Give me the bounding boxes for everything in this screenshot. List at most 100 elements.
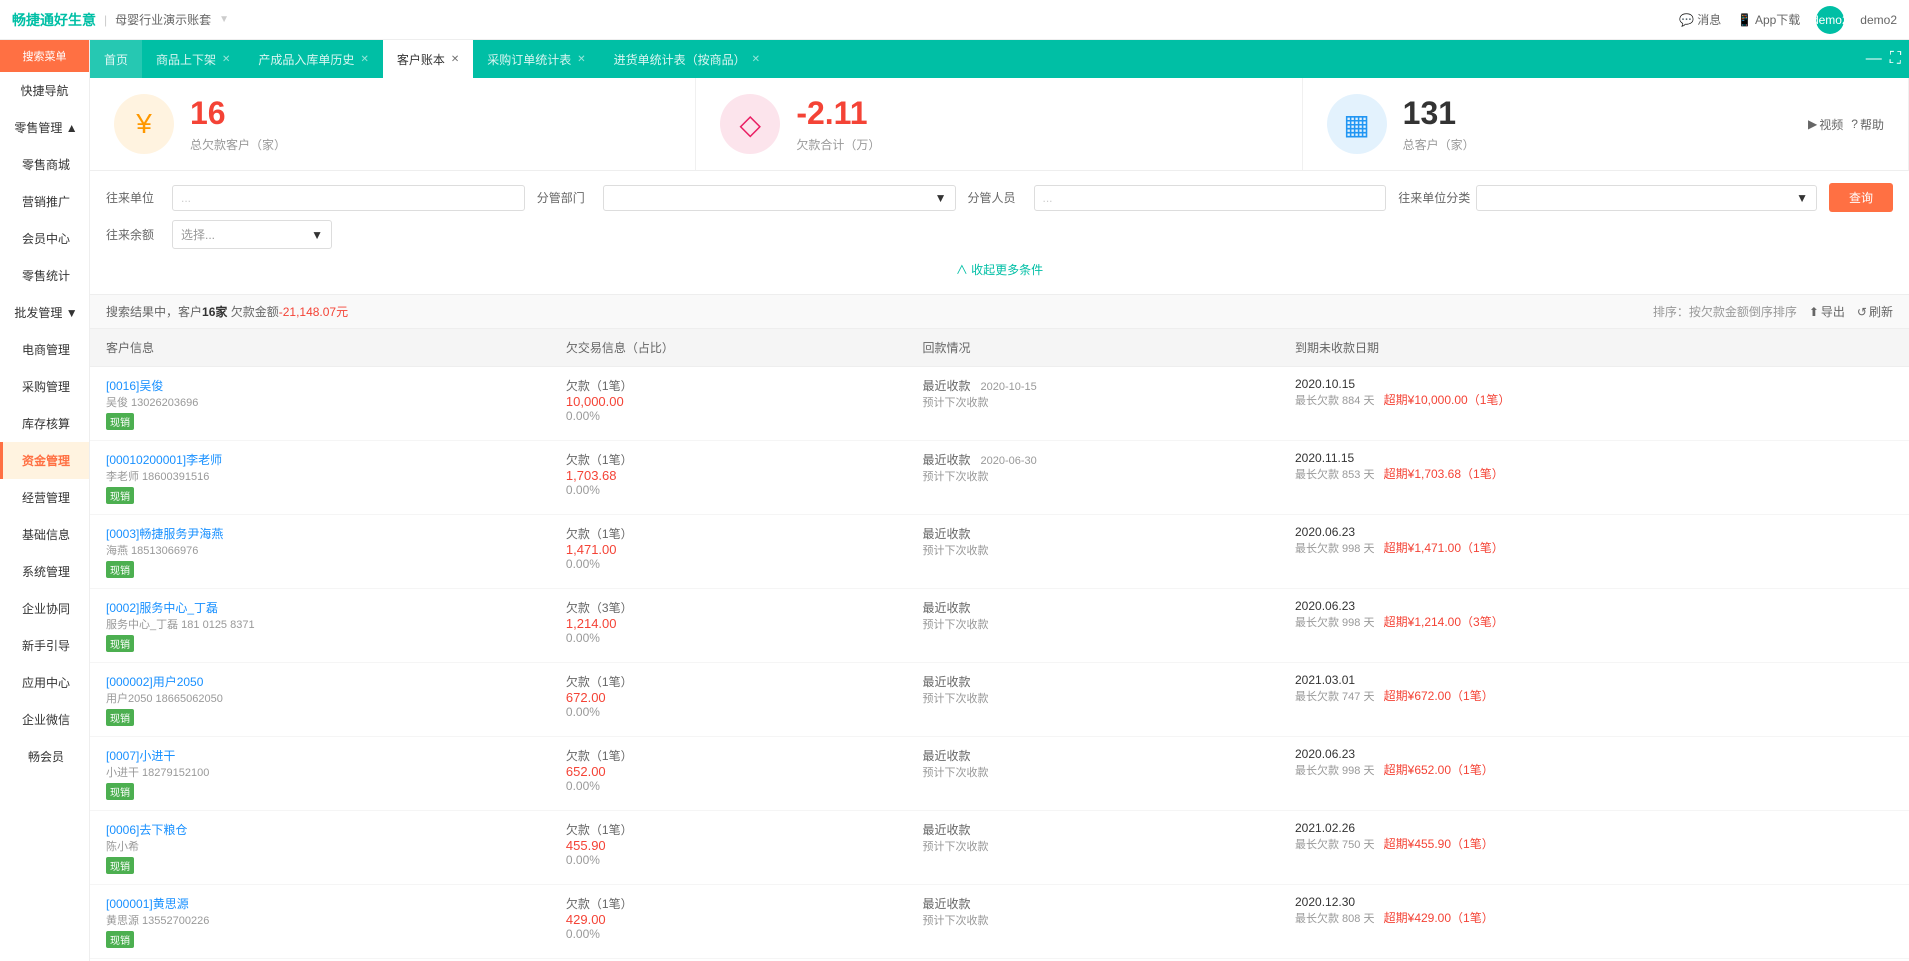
filter-item-person: 分管人员 ... xyxy=(968,185,1387,211)
sort-label[interactable]: 排序：按欠款金额倒序排序 xyxy=(1653,303,1797,320)
sidebar-item-batch-mgmt[interactable]: 批发管理 ▼ xyxy=(0,294,89,331)
query-button[interactable]: 查询 xyxy=(1829,183,1893,212)
customer-phone-3: 服务中心_丁磊 181 0125 8371 xyxy=(106,616,534,632)
td-owe-5: 欠款（1笔） 652.00 0.00% xyxy=(550,737,907,811)
filter-input-person[interactable]: ... xyxy=(1034,185,1387,211)
customer-name-7[interactable]: [000001]黄思源 xyxy=(106,895,534,912)
tab-close-product-history[interactable]: ✕ xyxy=(360,54,368,65)
customer-name-4[interactable]: [000002]用户2050 xyxy=(106,673,534,690)
logo: 畅捷通好生意 xyxy=(12,10,96,30)
overdue-tag-6[interactable]: 超期¥455.90（1笔） xyxy=(1384,837,1494,851)
sidebar-item-basic-info[interactable]: 基础信息 xyxy=(0,516,89,553)
tab-home[interactable]: 首页 xyxy=(90,40,142,78)
tab-purchase-order[interactable]: 采购订单统计表 ✕ xyxy=(473,40,599,78)
owe-amount-5[interactable]: 652.00 xyxy=(566,764,891,779)
owe-percent-4: 0.00% xyxy=(566,705,891,719)
owe-amount-3[interactable]: 1,214.00 xyxy=(566,616,891,631)
sidebar-item-retail-mall[interactable]: 零售商城 xyxy=(0,146,89,183)
sidebar-item-new-guide[interactable]: 新手引导 xyxy=(0,627,89,664)
filter-select-balance[interactable]: 选择... ▼ xyxy=(172,220,332,249)
due-date-7: 2020.12.30 xyxy=(1295,895,1893,909)
tabs-maximize-icon[interactable]: ⛶ xyxy=(1890,50,1901,68)
sidebar-item-purchase-mgmt[interactable]: 采购管理 xyxy=(0,368,89,405)
overdue-tag-3[interactable]: 超期¥1,214.00（3笔） xyxy=(1384,615,1504,629)
overdue-tag-5[interactable]: 超期¥652.00（1笔） xyxy=(1384,763,1494,777)
view-video-btn[interactable]: ▶ 视频 xyxy=(1808,116,1843,133)
filter-label-dept: 分管部门 xyxy=(537,189,597,206)
tab-customer-account[interactable]: 客户账本 ✕ xyxy=(383,40,473,78)
help-btn[interactable]: ? 帮助 xyxy=(1851,116,1884,133)
filter-select-category[interactable]: ▼ xyxy=(1476,185,1817,211)
td-owe-3: 欠款（3笔） 1,214.00 0.00% xyxy=(550,589,907,663)
customer-name-2[interactable]: [0003]畅捷服务尹海燕 xyxy=(106,525,534,542)
td-customer-6: [0006]去下粮仓 陈小希 现销 xyxy=(90,811,550,885)
due-date-3: 2020.06.23 xyxy=(1295,599,1893,613)
overdue-tag-7[interactable]: 超期¥429.00（1笔） xyxy=(1384,911,1494,925)
tab-close-purchase-order[interactable]: ✕ xyxy=(577,54,585,65)
sidebar-item-ecom-mgmt[interactable]: 电商管理 xyxy=(0,331,89,368)
overdue-days-5: 最长欠款 998 天 超期¥652.00（1笔） xyxy=(1295,761,1893,778)
tab-purchase-stat[interactable]: 进货单统计表（按商品） ✕ xyxy=(600,40,774,78)
filter-label-category: 往来单位分类 xyxy=(1398,189,1470,206)
customer-name-6[interactable]: [0006]去下粮仓 xyxy=(106,821,534,838)
owe-amount-1[interactable]: 1,703.68 xyxy=(566,468,891,483)
sidebar-item-vip-member[interactable]: 畅会员 xyxy=(0,738,89,775)
tab-close-product-shelf[interactable]: ✕ xyxy=(222,54,230,65)
app-download-btn[interactable]: 📱 App下载 xyxy=(1737,11,1800,28)
refresh-button[interactable]: ↺ 刷新 xyxy=(1857,303,1893,320)
tabs-bar: 首页 商品上下架 ✕ 产成品入库单历史 ✕ 客户账本 ✕ 采购订单统计表 ✕ 进… xyxy=(90,40,1909,78)
customer-phone-1: 李老师 18600391516 xyxy=(106,468,534,484)
tab-close-customer-account[interactable]: ✕ xyxy=(451,54,459,65)
td-duedate-5: 2020.06.23 最长欠款 998 天 超期¥652.00（1笔） xyxy=(1279,737,1909,811)
sidebar-item-inventory[interactable]: 库存核算 xyxy=(0,405,89,442)
td-duedate-4: 2021.03.01 最长欠款 747 天 超期¥672.00（1笔） xyxy=(1279,663,1909,737)
sidebar-item-corp-collab[interactable]: 企业协同 xyxy=(0,590,89,627)
sidebar-item-retail-stat[interactable]: 零售统计 xyxy=(0,257,89,294)
tab-product-history[interactable]: 产成品入库单历史 ✕ xyxy=(244,40,382,78)
last-payment-label-2: 最近收款 xyxy=(922,525,1263,542)
export-button[interactable]: ⬆ 导出 xyxy=(1809,303,1845,320)
tab-close-purchase-stat[interactable]: ✕ xyxy=(752,54,760,65)
sidebar-item-retail-mgmt[interactable]: 零售管理 ▲ xyxy=(0,109,89,146)
next-payment-label-6: 预计下次收款 xyxy=(922,838,1263,854)
sidebar-item-capital-mgmt[interactable]: 资金管理 xyxy=(0,442,89,479)
owe-amount-7[interactable]: 429.00 xyxy=(566,912,891,927)
badge-current-3: 现销 xyxy=(106,635,134,652)
customer-name-5[interactable]: [0007]小进干 xyxy=(106,747,534,764)
summary-card-2: ◇ -2.11 欠款合计（万） xyxy=(696,78,1302,170)
customer-name-0[interactable]: [0016]吴俊 xyxy=(106,377,534,394)
overdue-tag-1[interactable]: 超期¥1,703.68（1笔） xyxy=(1384,467,1504,481)
sidebar-quick-nav[interactable]: 快捷导航 xyxy=(0,72,89,109)
customer-name-3[interactable]: [0002]服务中心_丁磊 xyxy=(106,599,534,616)
sidebar-search[interactable]: 搜索菜单 xyxy=(0,40,89,72)
overdue-tag-2[interactable]: 超期¥1,471.00（1笔） xyxy=(1384,541,1504,555)
results-actions: 排序：按欠款金额倒序排序 ⬆ 导出 ↺ 刷新 xyxy=(1653,303,1893,320)
owe-amount-2[interactable]: 1,471.00 xyxy=(566,542,891,557)
data-table: 客户信息 欠交易信息（占比） 回款情况 到期未收款日期 [0016]吴俊 吴俊 … xyxy=(90,329,1909,959)
sidebar-item-member[interactable]: 会员中心 xyxy=(0,220,89,257)
filter-label-company: 往来单位 xyxy=(106,189,166,206)
owe-amount-4[interactable]: 672.00 xyxy=(566,690,891,705)
overdue-tag-4[interactable]: 超期¥672.00（1笔） xyxy=(1384,689,1494,703)
sidebar-item-app-center[interactable]: 应用中心 xyxy=(0,664,89,701)
owe-percent-0: 0.00% xyxy=(566,409,891,423)
message-btn[interactable]: 💬 消息 xyxy=(1679,11,1721,28)
td-owe-7: 欠款（1笔） 429.00 0.00% xyxy=(550,885,907,959)
collapse-bar[interactable]: ∧ 收起更多条件 xyxy=(106,257,1893,282)
tabs-minimize-icon[interactable]: — xyxy=(1866,50,1882,68)
sidebar-item-biz-mgmt[interactable]: 经营管理 xyxy=(0,479,89,516)
customer-name-1[interactable]: [00010200001]李老师 xyxy=(106,451,534,468)
filter-item-dept: 分管部门 ▼ xyxy=(537,185,956,211)
next-payment-label-2: 预计下次收款 xyxy=(922,542,1263,558)
td-owe-4: 欠款（1笔） 672.00 0.00% xyxy=(550,663,907,737)
filter-input-company[interactable]: ... xyxy=(172,185,525,211)
tab-product-shelf[interactable]: 商品上下架 ✕ xyxy=(142,40,244,78)
overdue-tag-0[interactable]: 超期¥10,000.00（1笔） xyxy=(1384,393,1511,407)
sidebar-item-sys-mgmt[interactable]: 系统管理 xyxy=(0,553,89,590)
owe-amount-6[interactable]: 455.90 xyxy=(566,838,891,853)
last-payment-label-5: 最近收款 xyxy=(922,747,1263,764)
filter-select-dept[interactable]: ▼ xyxy=(603,185,956,211)
sidebar-item-corp-wechat[interactable]: 企业微信 xyxy=(0,701,89,738)
owe-amount-0[interactable]: 10,000.00 xyxy=(566,394,891,409)
sidebar-item-marketing[interactable]: 营销推广 xyxy=(0,183,89,220)
